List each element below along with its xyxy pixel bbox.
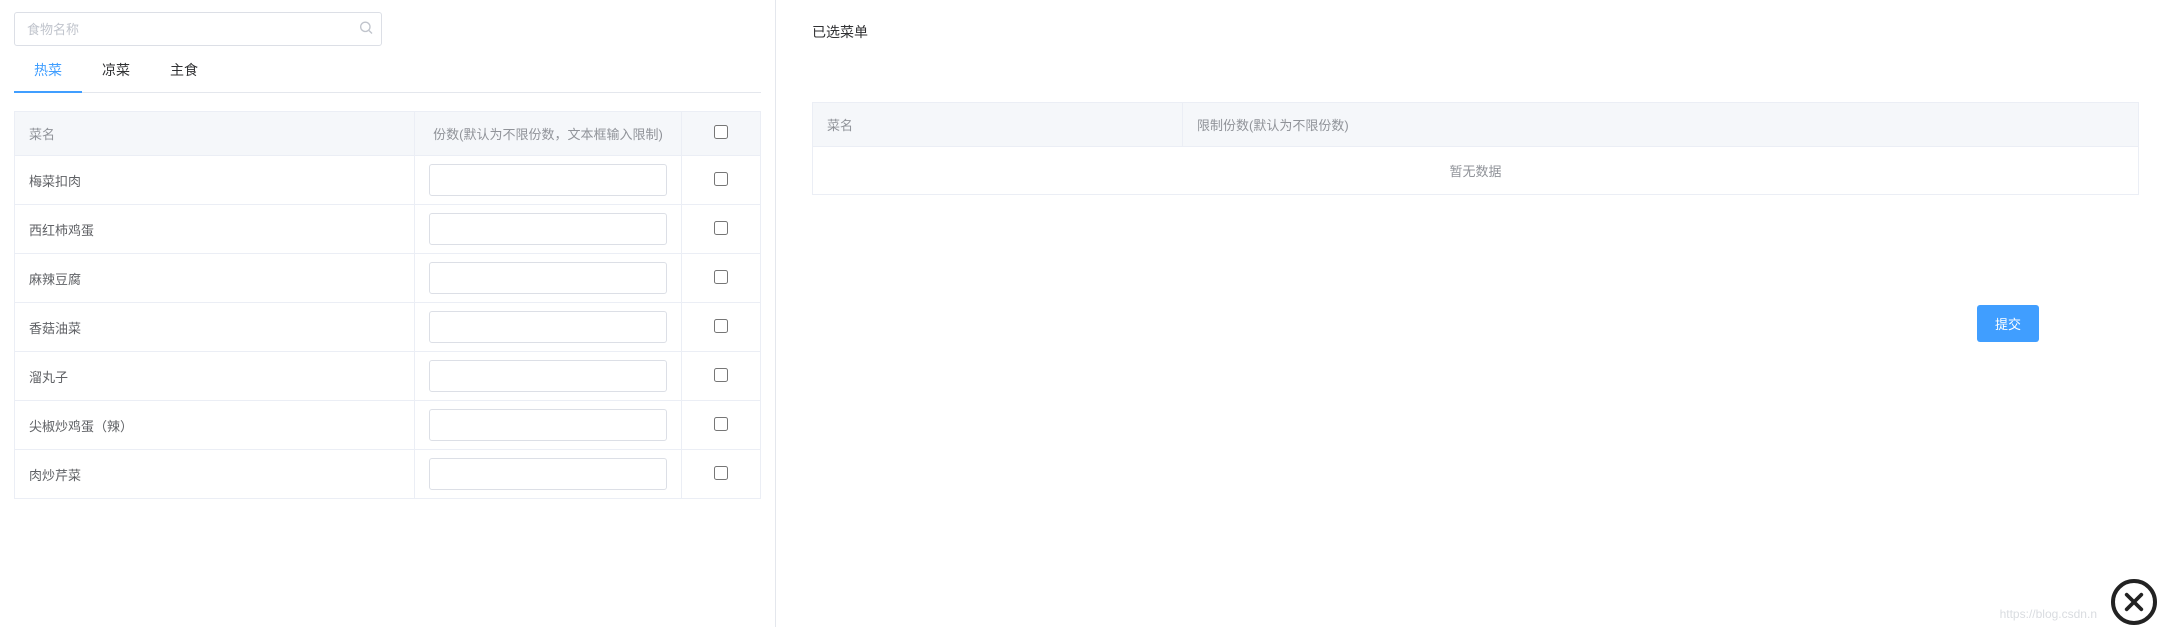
table-row: 西红柿鸡蛋 [15,205,761,254]
tabs: 热菜 凉菜 主食 [14,60,761,93]
selected-title: 已选菜单 [812,12,2139,102]
tab-cold[interactable]: 凉菜 [82,60,150,92]
cell-name: 麻辣豆腐 [15,254,415,303]
th-selected-limit: 限制份数(默认为不限份数) [1183,103,2139,147]
cell-name: 西红柿鸡蛋 [15,205,415,254]
th-selected-name: 菜名 [813,103,1183,147]
cell-name: 梅菜扣肉 [15,156,415,205]
cell-name: 肉炒芹菜 [15,450,415,499]
logo [2111,579,2157,625]
tab-staple[interactable]: 主食 [150,60,218,92]
qty-input[interactable] [429,360,667,392]
dish-table: 菜名 份数(默认为不限份数，文本框输入限制) 梅菜扣肉 西红柿鸡蛋 麻辣豆腐 [14,111,761,499]
cell-name: 香菇油菜 [15,303,415,352]
tab-hot[interactable]: 热菜 [14,60,82,92]
th-qty: 份数(默认为不限份数，文本框输入限制) [415,112,682,156]
right-panel: 已选菜单 菜名 限制份数(默认为不限份数) 暂无数据 提交 https://bl… [776,0,2161,627]
left-panel: 热菜 凉菜 主食 菜名 份数(默认为不限份数，文本框输入限制) 梅菜扣肉 西红柿… [0,0,776,627]
row-checkbox[interactable] [714,368,728,382]
table-row: 麻辣豆腐 [15,254,761,303]
row-checkbox[interactable] [714,270,728,284]
search-input[interactable] [14,12,382,46]
qty-input[interactable] [429,213,667,245]
row-checkbox[interactable] [714,221,728,235]
table-row: 尖椒炒鸡蛋（辣） [15,401,761,450]
check-all[interactable] [714,125,728,139]
row-checkbox[interactable] [714,319,728,333]
qty-input[interactable] [429,458,667,490]
submit-button[interactable]: 提交 [1977,305,2039,342]
table-row: 香菇油菜 [15,303,761,352]
table-row: 肉炒芹菜 [15,450,761,499]
table-row: 溜丸子 [15,352,761,401]
row-checkbox[interactable] [714,172,728,186]
cell-name: 尖椒炒鸡蛋（辣） [15,401,415,450]
search-wrap [14,12,382,46]
selected-table: 菜名 限制份数(默认为不限份数) 暂无数据 [812,102,2139,195]
cell-name: 溜丸子 [15,352,415,401]
logo-icon [2111,579,2157,625]
th-name: 菜名 [15,112,415,156]
row-checkbox[interactable] [714,417,728,431]
qty-input[interactable] [429,311,667,343]
submit-wrap: 提交 [812,305,2139,342]
th-check [682,112,761,156]
watermark: https://blog.csdn.n [2000,607,2097,621]
empty-text: 暂无数据 [813,147,2139,195]
table-row: 梅菜扣肉 [15,156,761,205]
qty-input[interactable] [429,164,667,196]
qty-input[interactable] [429,262,667,294]
qty-input[interactable] [429,409,667,441]
row-checkbox[interactable] [714,466,728,480]
empty-row: 暂无数据 [813,147,2139,195]
